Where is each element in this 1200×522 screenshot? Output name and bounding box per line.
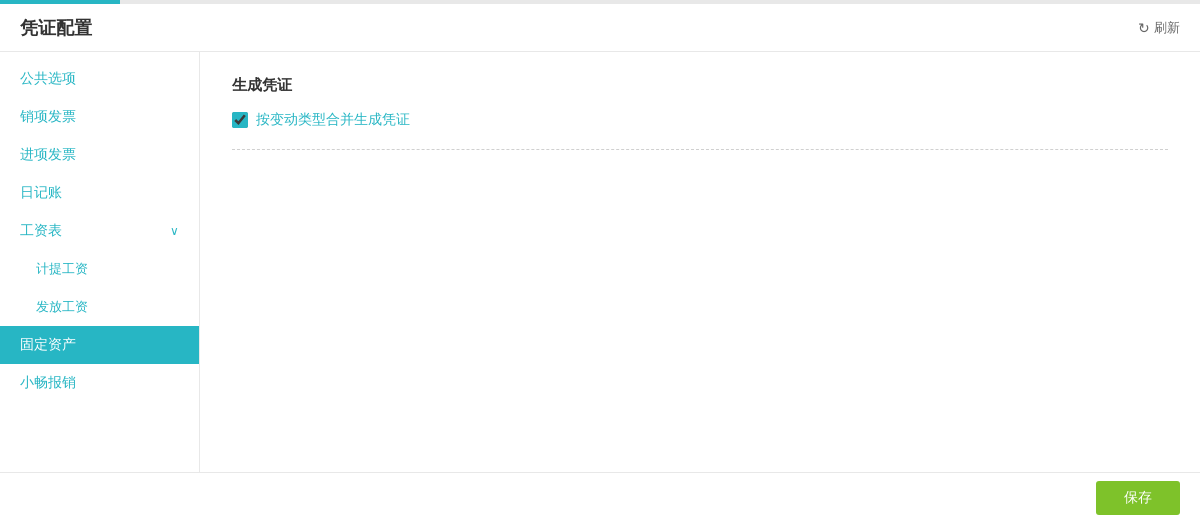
sidebar-item-sales-invoice[interactable]: 销项发票: [0, 98, 199, 136]
section-divider: [232, 149, 1168, 150]
sidebar-item-label: 计提工资: [36, 260, 88, 278]
main-layout: 公共选项 销项发票 进项发票 日记账 工资表 ∨ 计提工资 发放工资: [0, 52, 1200, 472]
sidebar-item-purchase-invoice[interactable]: 进项发票: [0, 136, 199, 174]
sidebar-item-label: 工资表: [20, 222, 62, 240]
page-title: 凭证配置: [20, 16, 92, 40]
page-wrapper: 凭证配置 ↻ 刷新 公共选项 销项发票 进项发票 日记账 工资表 ∨: [0, 0, 1200, 522]
top-tab-active-indicator: [0, 0, 120, 4]
page-footer: 保存: [0, 472, 1200, 522]
page-header: 凭证配置 ↻ 刷新: [0, 4, 1200, 52]
checkbox-row: 按变动类型合并生成凭证: [232, 111, 1168, 129]
refresh-icon: ↻: [1138, 20, 1150, 36]
sidebar-item-payroll-table[interactable]: 工资表 ∨: [0, 212, 199, 250]
merge-by-type-checkbox[interactable]: [232, 112, 248, 128]
sidebar: 公共选项 销项发票 进项发票 日记账 工资表 ∨ 计提工资 发放工资: [0, 52, 200, 472]
content-area: 生成凭证 按变动类型合并生成凭证: [200, 52, 1200, 472]
checkbox-label[interactable]: 按变动类型合并生成凭证: [256, 111, 410, 129]
sidebar-item-expense-report[interactable]: 小畅报销: [0, 364, 199, 402]
sidebar-item-label: 固定资产: [20, 336, 76, 354]
sidebar-item-label: 发放工资: [36, 298, 88, 316]
chevron-down-icon: ∨: [170, 224, 179, 238]
sidebar-item-public-options[interactable]: 公共选项: [0, 60, 199, 98]
sidebar-item-label: 日记账: [20, 184, 62, 202]
sidebar-item-label: 公共选项: [20, 70, 76, 88]
section-title: 生成凭证: [232, 76, 1168, 95]
sidebar-item-label: 销项发票: [20, 108, 76, 126]
refresh-label: 刷新: [1154, 19, 1180, 37]
top-tab-bar: [0, 0, 1200, 4]
sidebar-item-calc-salary[interactable]: 计提工资: [0, 250, 199, 288]
refresh-button[interactable]: ↻ 刷新: [1138, 19, 1180, 37]
sidebar-item-label: 进项发票: [20, 146, 76, 164]
save-button[interactable]: 保存: [1096, 481, 1180, 515]
sidebar-item-pay-salary[interactable]: 发放工资: [0, 288, 199, 326]
sidebar-item-label: 小畅报销: [20, 374, 76, 392]
sidebar-item-fixed-assets[interactable]: 固定资产: [0, 326, 199, 364]
sidebar-item-journal[interactable]: 日记账: [0, 174, 199, 212]
